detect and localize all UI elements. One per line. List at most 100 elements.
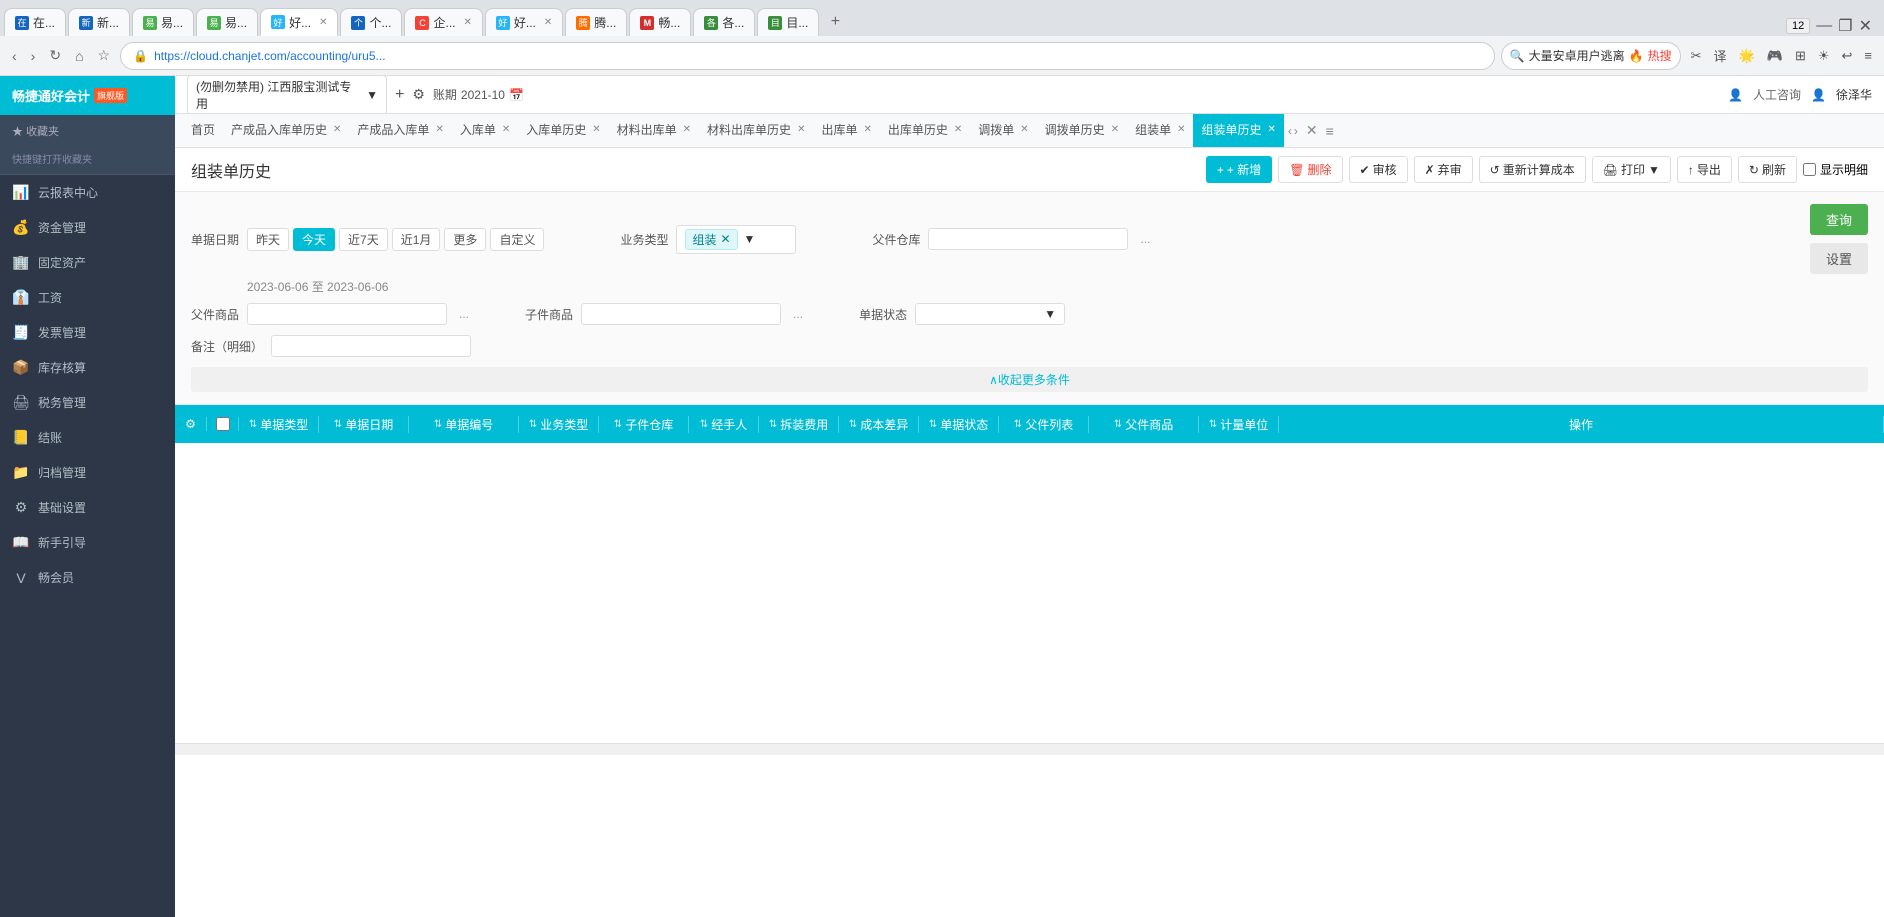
undo-button[interactable]: ↩ bbox=[1838, 44, 1857, 68]
nav-tab-outbound[interactable]: 出库单 ✕ bbox=[813, 114, 879, 148]
extension-btn-1[interactable]: 🌟 bbox=[1735, 44, 1759, 68]
filter-bill-status-select[interactable]: ▼ bbox=[915, 303, 1065, 325]
th-unit[interactable]: ⇅ 计量单位 bbox=[1199, 416, 1279, 433]
nav-tab-transfer[interactable]: 调拨单 ✕ bbox=[970, 114, 1036, 148]
show-detail-label[interactable]: 显示明细 bbox=[1803, 161, 1868, 178]
th-settings[interactable]: ⚙ bbox=[175, 417, 207, 431]
tab-close-7[interactable]: ✕ bbox=[464, 17, 472, 28]
date-btn-yesterday[interactable]: 昨天 bbox=[247, 228, 289, 251]
biz-type-tag-close[interactable]: ✕ bbox=[720, 232, 730, 246]
tab-close-window-button[interactable]: ✕ bbox=[1859, 16, 1872, 36]
browser-tab-10[interactable]: M 畅... bbox=[629, 8, 691, 36]
nav-tab-assembly-history[interactable]: 组装单历史 ✕ bbox=[1193, 114, 1283, 148]
th-parent-goods[interactable]: ⇅ 父件商品 bbox=[1089, 416, 1199, 433]
date-btn-7days[interactable]: 近7天 bbox=[339, 228, 388, 251]
sidebar-item-fixed-assets[interactable]: 🏢 固定资产 bbox=[0, 245, 175, 280]
nav-more-icon[interactable]: ≡ bbox=[1322, 123, 1338, 139]
nav-tab-material-outbound-history[interactable]: 材料出库单历史 ✕ bbox=[699, 114, 813, 148]
grid-button[interactable]: ⊞ bbox=[1791, 44, 1810, 68]
extension-btn-2[interactable]: 🎮 bbox=[1763, 44, 1787, 68]
review-button[interactable]: ✔ 审核 bbox=[1349, 156, 1408, 183]
th-parent-list[interactable]: ⇅ 父件列表 bbox=[999, 416, 1089, 433]
browser-tab-5[interactable]: 好 好... ✕ bbox=[260, 8, 338, 36]
nav-tab-inbound-close[interactable]: ✕ bbox=[502, 124, 510, 135]
filter-biz-type-select[interactable]: 组装 ✕ ▼ bbox=[676, 225, 796, 254]
sidebar-item-close-account[interactable]: 📒 结账 bbox=[0, 420, 175, 455]
nav-tab-finished-goods[interactable]: 产成品入库单 ✕ bbox=[349, 114, 451, 148]
print-button[interactable]: 🖨 打印 ▼ bbox=[1592, 156, 1671, 183]
bookmark-button[interactable]: ☆ bbox=[94, 43, 115, 68]
filter-child-goods-more[interactable]: ... bbox=[793, 307, 803, 321]
nav-tab-outbound-history[interactable]: 出库单历史 ✕ bbox=[880, 114, 970, 148]
nav-tab-transfer-history[interactable]: 调拨单历史 ✕ bbox=[1037, 114, 1127, 148]
sidebar-item-cloud-report[interactable]: 📊 云报表中心 bbox=[0, 175, 175, 210]
new-tab-button[interactable]: + bbox=[821, 8, 849, 36]
reload-button[interactable]: ↻ bbox=[45, 43, 65, 68]
nav-tab-outbound-close[interactable]: ✕ bbox=[863, 124, 871, 135]
menu-button[interactable]: ≡ bbox=[1860, 44, 1876, 67]
tab-minimize-button[interactable]: — bbox=[1816, 17, 1832, 35]
add-company-button[interactable]: + bbox=[395, 86, 404, 104]
sidebar-item-inventory[interactable]: 📦 库存核算 bbox=[0, 350, 175, 385]
th-checkbox[interactable] bbox=[207, 417, 239, 431]
sidebar-item-tax[interactable]: 🖨 税务管理 bbox=[0, 385, 175, 420]
filter-child-goods-input[interactable] bbox=[581, 303, 781, 325]
browser-tab-1[interactable]: 在 在... bbox=[4, 8, 66, 36]
export-button[interactable]: ↑ 导出 bbox=[1677, 156, 1732, 183]
nav-tab-outbound-history-close[interactable]: ✕ bbox=[954, 124, 962, 135]
browser-tab-6[interactable]: 个 个... bbox=[340, 8, 402, 36]
nav-tab-material-outbound-history-close[interactable]: ✕ bbox=[797, 124, 805, 135]
sidebar-item-settings[interactable]: ⚙ 基础设置 bbox=[0, 490, 175, 525]
th-dismount-fee[interactable]: ⇅ 拆装费用 bbox=[759, 416, 839, 433]
th-cost-diff[interactable]: ⇅ 成本差异 bbox=[839, 416, 919, 433]
filter-remark-input[interactable] bbox=[271, 335, 471, 357]
bottom-scrollbar[interactable] bbox=[175, 743, 1884, 755]
nav-close-all[interactable]: ✕ bbox=[1302, 122, 1322, 139]
tab-close-5[interactable]: ✕ bbox=[319, 17, 327, 28]
th-bill-date[interactable]: ⇅ 单据日期 bbox=[319, 416, 409, 433]
tab-restore-button[interactable]: ❐ bbox=[1838, 16, 1852, 36]
nav-tab-transfer-history-close[interactable]: ✕ bbox=[1111, 124, 1119, 135]
nav-tab-finished-goods-history-close[interactable]: ✕ bbox=[333, 124, 341, 135]
nav-tab-assembly-close[interactable]: ✕ bbox=[1177, 124, 1185, 135]
nav-tab-home[interactable]: 首页 bbox=[183, 114, 223, 148]
tab-close-8[interactable]: ✕ bbox=[544, 17, 552, 28]
sidebar-item-member[interactable]: V 畅会员 bbox=[0, 560, 175, 595]
select-all-checkbox[interactable] bbox=[216, 417, 230, 431]
forward-button[interactable]: › bbox=[27, 44, 40, 68]
sidebar-item-guide[interactable]: 📖 新手引导 bbox=[0, 525, 175, 560]
browser-tab-3[interactable]: 易 易... bbox=[132, 8, 194, 36]
home-button[interactable]: ⌂ bbox=[71, 44, 87, 68]
abandon-button[interactable]: ✗ 弃审 bbox=[1414, 156, 1473, 183]
th-bill-no[interactable]: ⇅ 单据编号 bbox=[409, 416, 519, 433]
sidebar-item-salary[interactable]: 👔 工资 bbox=[0, 280, 175, 315]
query-button[interactable]: 查询 bbox=[1810, 204, 1868, 235]
browser-tab-9[interactable]: 腾 腾... bbox=[565, 8, 627, 36]
th-bill-status[interactable]: ⇅ 单据状态 bbox=[919, 416, 999, 433]
add-button[interactable]: + + 新增 bbox=[1206, 156, 1272, 183]
th-bill-type[interactable]: ⇅ 单据类型 bbox=[239, 416, 319, 433]
sidebar-item-funds[interactable]: 💰 资金管理 bbox=[0, 210, 175, 245]
date-btn-1month[interactable]: 近1月 bbox=[392, 228, 441, 251]
date-btn-more[interactable]: 更多 bbox=[444, 228, 486, 251]
th-handler[interactable]: ⇅ 经手人 bbox=[689, 416, 759, 433]
recalc-button[interactable]: ↺ 重新计算成本 bbox=[1479, 156, 1586, 183]
company-settings-button[interactable]: ⚙ bbox=[412, 86, 425, 103]
th-child-wh[interactable]: ⇅ 子件仓库 bbox=[599, 416, 689, 433]
browser-tab-11[interactable]: 各 各... bbox=[693, 8, 755, 36]
nav-tab-inbound-history-close[interactable]: ✕ bbox=[592, 124, 600, 135]
back-button[interactable]: ‹ bbox=[8, 44, 21, 68]
refresh-button[interactable]: ↻ 刷新 bbox=[1738, 156, 1797, 183]
date-btn-custom[interactable]: 自定义 bbox=[490, 228, 544, 251]
browser-tab-4[interactable]: 易 易... bbox=[196, 8, 258, 36]
nav-next-arrow[interactable]: › bbox=[1294, 124, 1298, 138]
th-biz-type[interactable]: ⇅ 业务类型 bbox=[519, 416, 599, 433]
browser-tab-2[interactable]: 新 新... bbox=[68, 8, 130, 36]
nav-tab-finished-goods-history[interactable]: 产成品入库单历史 ✕ bbox=[223, 114, 349, 148]
filter-parent-goods-more[interactable]: ... bbox=[459, 307, 469, 321]
sidebar-item-invoice[interactable]: 🧾 发票管理 bbox=[0, 315, 175, 350]
date-btn-today[interactable]: 今天 bbox=[293, 228, 335, 251]
browser-tab-12[interactable]: 目 目... bbox=[757, 8, 819, 36]
translate-button[interactable]: 译 bbox=[1710, 42, 1731, 69]
brightness-button[interactable]: ☀ bbox=[1814, 44, 1834, 68]
